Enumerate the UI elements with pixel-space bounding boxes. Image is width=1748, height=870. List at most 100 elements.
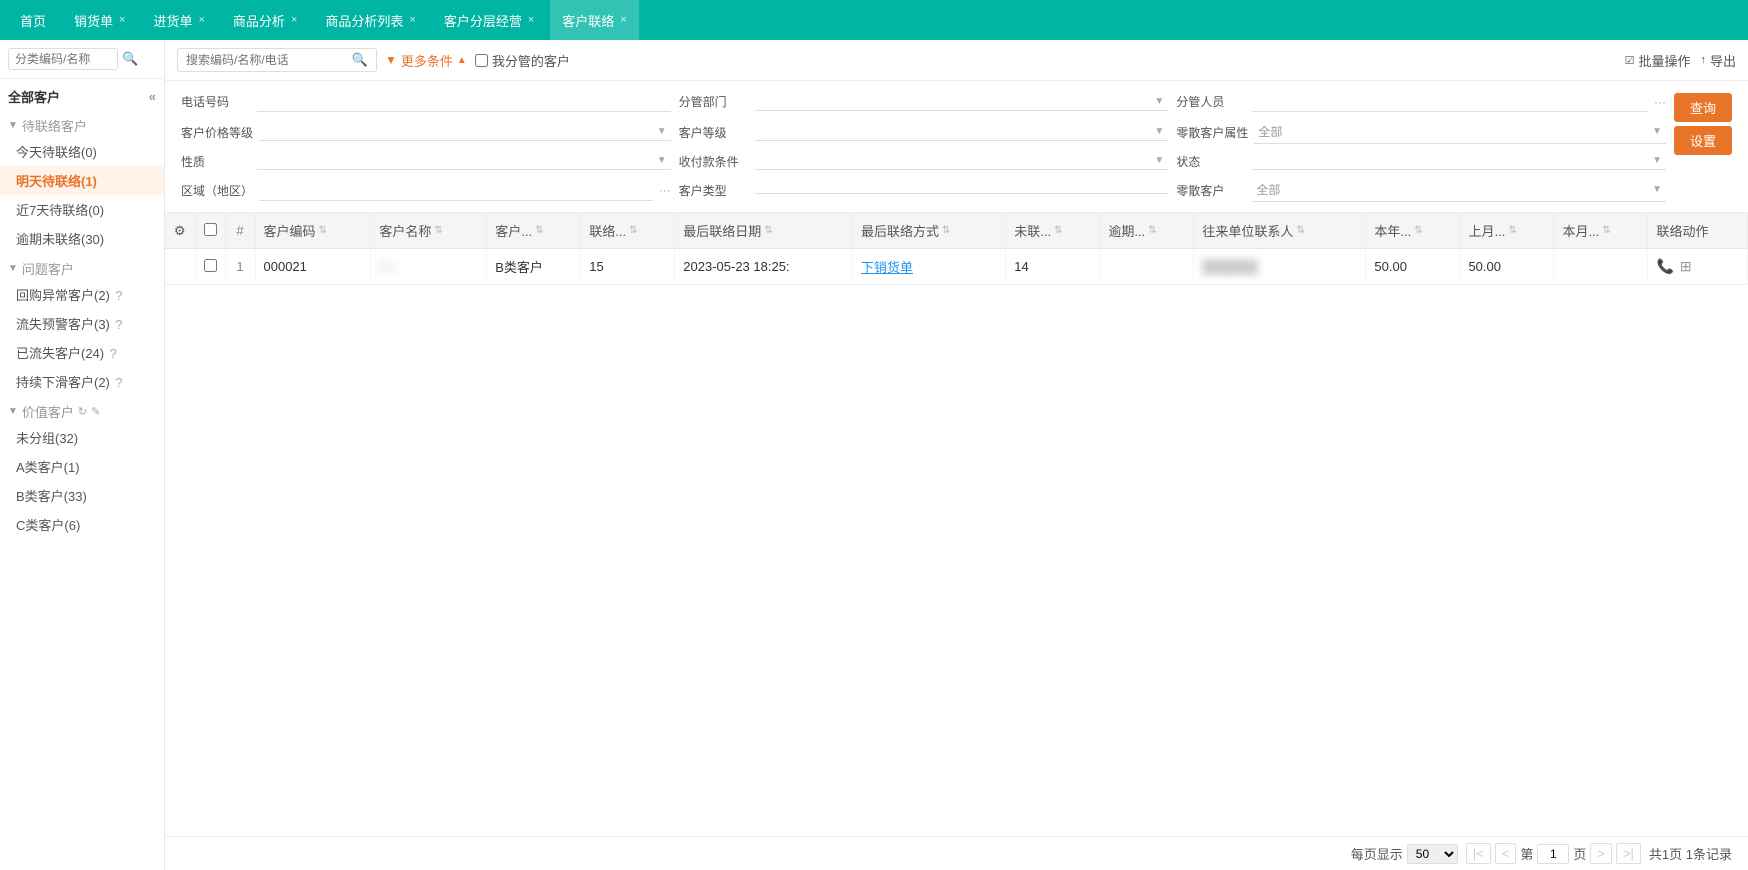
action-grid-icon[interactable]: ⊞ <box>1680 258 1692 275</box>
export-btn[interactable]: ↑ 导出 <box>1700 51 1736 70</box>
group-pending-contact[interactable]: 待联络客户 <box>0 110 164 137</box>
th-contacts[interactable]: 往来单位联系人 ⇅ <box>1194 213 1366 249</box>
sidebar-item-churn-warning[interactable]: 流失预警客户(3) ? <box>0 309 164 338</box>
all-customers-label: 全部客户 <box>8 87 60 106</box>
td-last-contact-way[interactable]: 下销货单 <box>852 249 1005 285</box>
my-customers-check[interactable] <box>475 54 488 67</box>
th-not-contacted[interactable]: 未联... ⇅ <box>1006 213 1100 249</box>
status-arrow-icon: ▼ <box>1652 155 1662 166</box>
th-num: # <box>225 213 255 249</box>
group-problem-customers[interactable]: 问题客户 <box>0 253 164 280</box>
group-value-customers[interactable]: 价值客户 ↻ ✎ <box>0 396 164 423</box>
search-box[interactable]: 🔍 <box>177 48 377 72</box>
th-name[interactable]: 客户名称 ⇅ <box>371 213 487 249</box>
next-page-btn[interactable]: > <box>1590 843 1612 864</box>
th-contact[interactable]: 联络... ⇅ <box>581 213 675 249</box>
nav-home[interactable]: 首页 <box>8 0 58 40</box>
td-contacts: ██████ <box>1194 249 1366 285</box>
nav-sales-order[interactable]: 销货单 × <box>62 0 137 40</box>
th-checkbox[interactable] <box>195 213 225 249</box>
sidebar-item-abnormal-repurchase[interactable]: 回购异常客户(2) ? <box>0 280 164 309</box>
td-checkbox[interactable] <box>195 249 225 285</box>
sidebar-item-overdue-contact[interactable]: 逾期未联络(30) <box>0 224 164 253</box>
sidebar-item-ungrouped[interactable]: 未分组(32) <box>0 423 164 452</box>
region-more-icon[interactable]: ··· <box>659 183 671 197</box>
select-all-checkbox[interactable] <box>204 223 217 236</box>
gear-icon[interactable]: ⚙ <box>174 223 186 238</box>
batch-op-btn[interactable]: ☑ 批量操作 <box>1625 51 1691 70</box>
nav-product-analysis[interactable]: 商品分析 × <box>221 0 309 40</box>
customer-level-select[interactable]: ▼ <box>755 123 1169 141</box>
nature-arrow-icon: ▼ <box>657 155 667 166</box>
th-gear[interactable]: ⚙ <box>165 213 195 249</box>
retail-select[interactable]: 全部 ▼ <box>1252 178 1666 202</box>
sidebar-item-declining[interactable]: 持续下滑客户(2) ? <box>0 367 164 396</box>
main-search-icon[interactable]: 🔍 <box>352 52 368 68</box>
th-this-month[interactable]: 本月... ⇅ <box>1554 213 1648 249</box>
close-product-analysis-icon[interactable]: × <box>291 14 297 26</box>
customer-level-arrow-icon: ▼ <box>1154 126 1164 137</box>
refresh-icon-value[interactable]: ↻ <box>78 405 87 418</box>
close-customer-segmentation-icon[interactable]: × <box>528 14 534 26</box>
filter-region: 区域（地区） ··· <box>181 180 671 201</box>
page-number-input[interactable] <box>1537 844 1569 864</box>
last-contact-way-link[interactable]: 下销货单 <box>861 260 913 275</box>
action-phone-icon[interactable]: 📞 <box>1656 258 1673 275</box>
th-last-month[interactable]: 上月... ⇅ <box>1460 213 1554 249</box>
customer-type-select[interactable] <box>755 187 1169 194</box>
all-customers-header: 全部客户 « <box>0 79 164 110</box>
price-level-select[interactable]: ▼ <box>259 123 671 141</box>
th-overdue[interactable]: 逾期... ⇅ <box>1100 213 1194 249</box>
sidebar-item-class-a[interactable]: A类客户(1) <box>0 452 164 481</box>
sidebar-search-input[interactable] <box>8 48 118 70</box>
th-last-contact-way[interactable]: 最后联络方式 ⇅ <box>852 213 1005 249</box>
settings-button[interactable]: 设置 <box>1674 126 1732 155</box>
close-sales-order-icon[interactable]: × <box>119 14 125 26</box>
td-this-year: 50.00 <box>1366 249 1460 285</box>
th-type[interactable]: 客户... ⇅ <box>487 213 581 249</box>
prev-page-btn[interactable]: < <box>1495 843 1517 864</box>
close-product-analysis-list-icon[interactable]: × <box>409 14 415 26</box>
more-conditions-btn[interactable]: ▼ 更多条件 ▲ <box>385 51 467 70</box>
phone-input[interactable] <box>257 91 671 112</box>
th-this-year[interactable]: 本年... ⇅ <box>1366 213 1460 249</box>
nav-customer-contact[interactable]: 客户联络 × <box>550 0 638 40</box>
retail-attr-select[interactable]: 全部 ▼ <box>1254 120 1666 144</box>
td-overdue <box>1100 249 1194 285</box>
edit-icon-value[interactable]: ✎ <box>91 405 100 418</box>
person-more-icon[interactable]: ··· <box>1654 95 1666 109</box>
sidebar-item-7days-contact[interactable]: 近7天待联络(0) <box>0 195 164 224</box>
price-level-arrow-icon: ▼ <box>657 126 667 137</box>
td-num: 1 <box>225 249 255 285</box>
sidebar-collapse-icon[interactable]: « <box>149 89 156 104</box>
td-name[interactable]: Ea <box>371 249 487 285</box>
sidebar-item-churned[interactable]: 已流失客户(24) ? <box>0 338 164 367</box>
sidebar-item-tomorrow-contact[interactable]: 明天待联络(1) <box>0 166 164 195</box>
first-page-btn[interactable]: |< <box>1466 843 1491 864</box>
dept-select[interactable]: ▼ <box>755 93 1169 111</box>
retail-attr-arrow-icon: ▼ <box>1652 126 1662 137</box>
help-icon-churn: ? <box>115 317 122 332</box>
close-customer-contact-icon[interactable]: × <box>620 14 626 26</box>
last-page-btn[interactable]: >| <box>1616 843 1641 864</box>
close-purchase-order-icon[interactable]: × <box>198 14 204 26</box>
nav-purchase-order[interactable]: 进货单 × <box>141 0 216 40</box>
sidebar-item-class-c[interactable]: C类客户(6) <box>0 510 164 539</box>
payment-select[interactable]: ▼ <box>755 152 1169 170</box>
row-checkbox[interactable] <box>204 259 217 272</box>
nav-product-analysis-list[interactable]: 商品分析列表 × <box>313 0 427 40</box>
region-input[interactable] <box>259 180 653 201</box>
status-select[interactable]: ▼ <box>1252 152 1666 170</box>
my-customers-checkbox[interactable]: 我分管的客户 <box>475 51 570 70</box>
main-search-input[interactable] <box>186 53 348 67</box>
nav-customer-segmentation[interactable]: 客户分层经营 × <box>432 0 546 40</box>
person-input[interactable] <box>1252 91 1648 112</box>
sidebar-item-class-b[interactable]: B类客户(33) <box>0 481 164 510</box>
query-button[interactable]: 查询 <box>1674 93 1732 122</box>
th-code[interactable]: 客户编码 ⇅ <box>255 213 371 249</box>
sidebar-search-icon[interactable]: 🔍 <box>122 51 138 67</box>
sidebar-item-today-contact[interactable]: 今天待联络(0) <box>0 137 164 166</box>
nature-select[interactable]: ▼ <box>257 152 671 170</box>
th-last-contact-date[interactable]: 最后联络日期 ⇅ <box>675 213 853 249</box>
per-page-select[interactable]: 50 100 200 <box>1407 844 1458 864</box>
